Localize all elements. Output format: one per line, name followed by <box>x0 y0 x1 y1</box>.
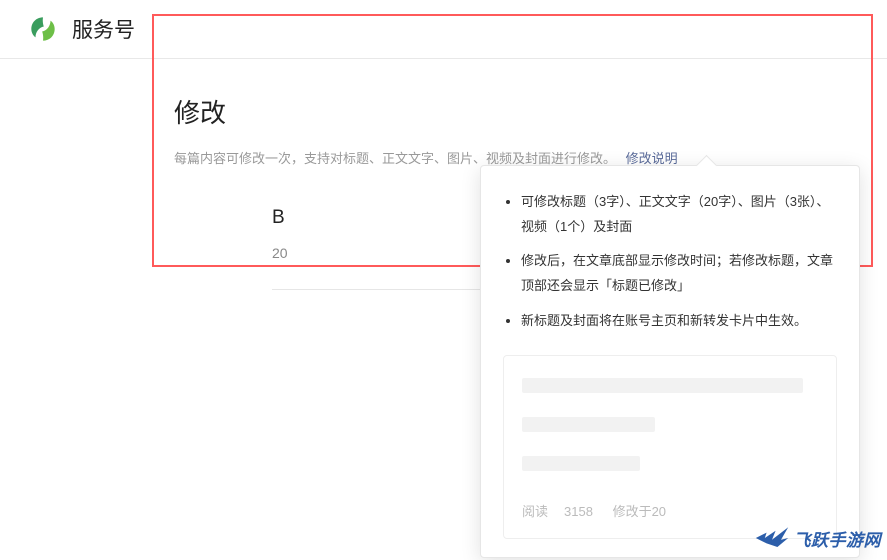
skeleton-line <box>522 456 640 471</box>
tooltip-item: 可修改标题（3字）、正文文字（20字）、图片（3张）、视频（1个）及封面 <box>521 190 837 239</box>
watermark: 飞跃手游网 <box>754 520 882 556</box>
tooltip-popup: 可修改标题（3字）、正文文字（20字）、图片（3张）、视频（1个）及封面 修改后… <box>480 165 860 558</box>
watermark-bird-icon <box>754 520 790 556</box>
tooltip-item: 新标题及封面将在账号主页和新转发卡片中生效。 <box>521 309 837 334</box>
page-title: 修改 <box>174 93 865 130</box>
edit-help-link[interactable]: 修改说明 <box>626 151 678 166</box>
preview-card: 阅读 3158 修改于20 <box>503 355 837 539</box>
skeleton-line <box>522 378 803 393</box>
skeleton-line <box>522 417 655 432</box>
preview-footer: 阅读 3158 修改于20 <box>522 501 818 520</box>
tooltip-item: 修改后，在文章底部显示修改时间；若修改标题，文章顶部还会显示「标题已修改」 <box>521 249 837 298</box>
read-count: 3158 <box>564 504 593 519</box>
tooltip-list: 可修改标题（3字）、正文文字（20字）、图片（3张）、视频（1个）及封面 修改后… <box>503 190 837 333</box>
watermark-text: 飞跃手游网 <box>794 526 882 551</box>
read-label: 阅读 <box>522 504 548 519</box>
modified-label: 修改于20 <box>613 504 666 519</box>
logo-text: 服务号 <box>72 14 135 44</box>
logo-icon <box>28 14 58 44</box>
header-bar: 服务号 <box>0 0 887 59</box>
subtitle-text: 每篇内容可修改一次，支持对标题、正文文字、图片、视频及封面进行修改。 <box>174 151 616 166</box>
